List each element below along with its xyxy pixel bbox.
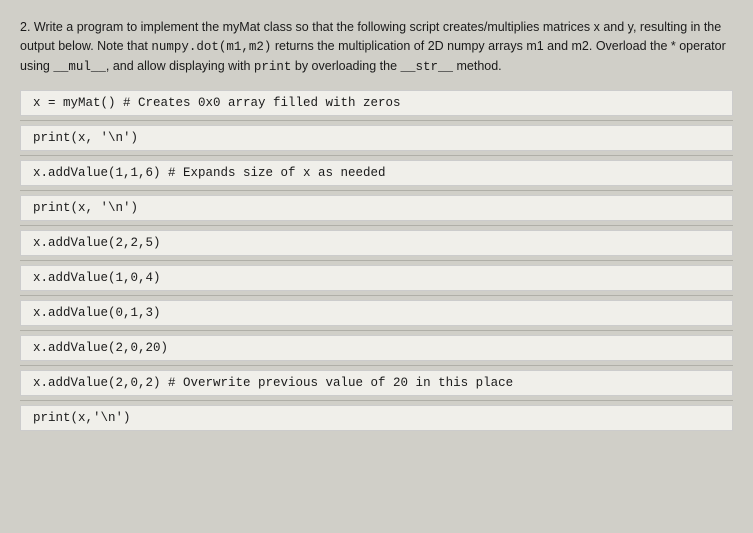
separator-6	[20, 295, 733, 296]
separator-2	[20, 155, 733, 156]
code-line-10: print(x,'\n')	[20, 405, 733, 431]
separator-5	[20, 260, 733, 261]
separator-8	[20, 365, 733, 366]
mul-code: __mul__	[53, 60, 106, 74]
code-line-8: x.addValue(2,0,20)	[20, 335, 733, 361]
code-line-5: x.addValue(2,2,5)	[20, 230, 733, 256]
page-container: 2. Write a program to implement the myMa…	[0, 0, 753, 533]
separator-1	[20, 120, 733, 121]
separator-7	[20, 330, 733, 331]
code-line-3: x.addValue(1,1,6) # Expands size of x as…	[20, 160, 733, 186]
description-paragraph: 2. Write a program to implement the myMa…	[20, 18, 733, 76]
separator-3	[20, 190, 733, 191]
code-line-6: x.addValue(1,0,4)	[20, 265, 733, 291]
code-line-2: print(x, '\n')	[20, 125, 733, 151]
separator-9	[20, 400, 733, 401]
str-code: __str__	[401, 60, 454, 74]
code-line-7: x.addValue(0,1,3)	[20, 300, 733, 326]
separator-4	[20, 225, 733, 226]
code-line-4: print(x, '\n')	[20, 195, 733, 221]
code-line-1: x = myMat() # Creates 0x0 array filled w…	[20, 90, 733, 116]
print-code: print	[254, 60, 292, 74]
code-section: x = myMat() # Creates 0x0 array filled w…	[20, 90, 733, 431]
numpy-dot-code: numpy.dot(m1,m2)	[151, 40, 271, 54]
code-line-9: x.addValue(2,0,2) # Overwrite previous v…	[20, 370, 733, 396]
